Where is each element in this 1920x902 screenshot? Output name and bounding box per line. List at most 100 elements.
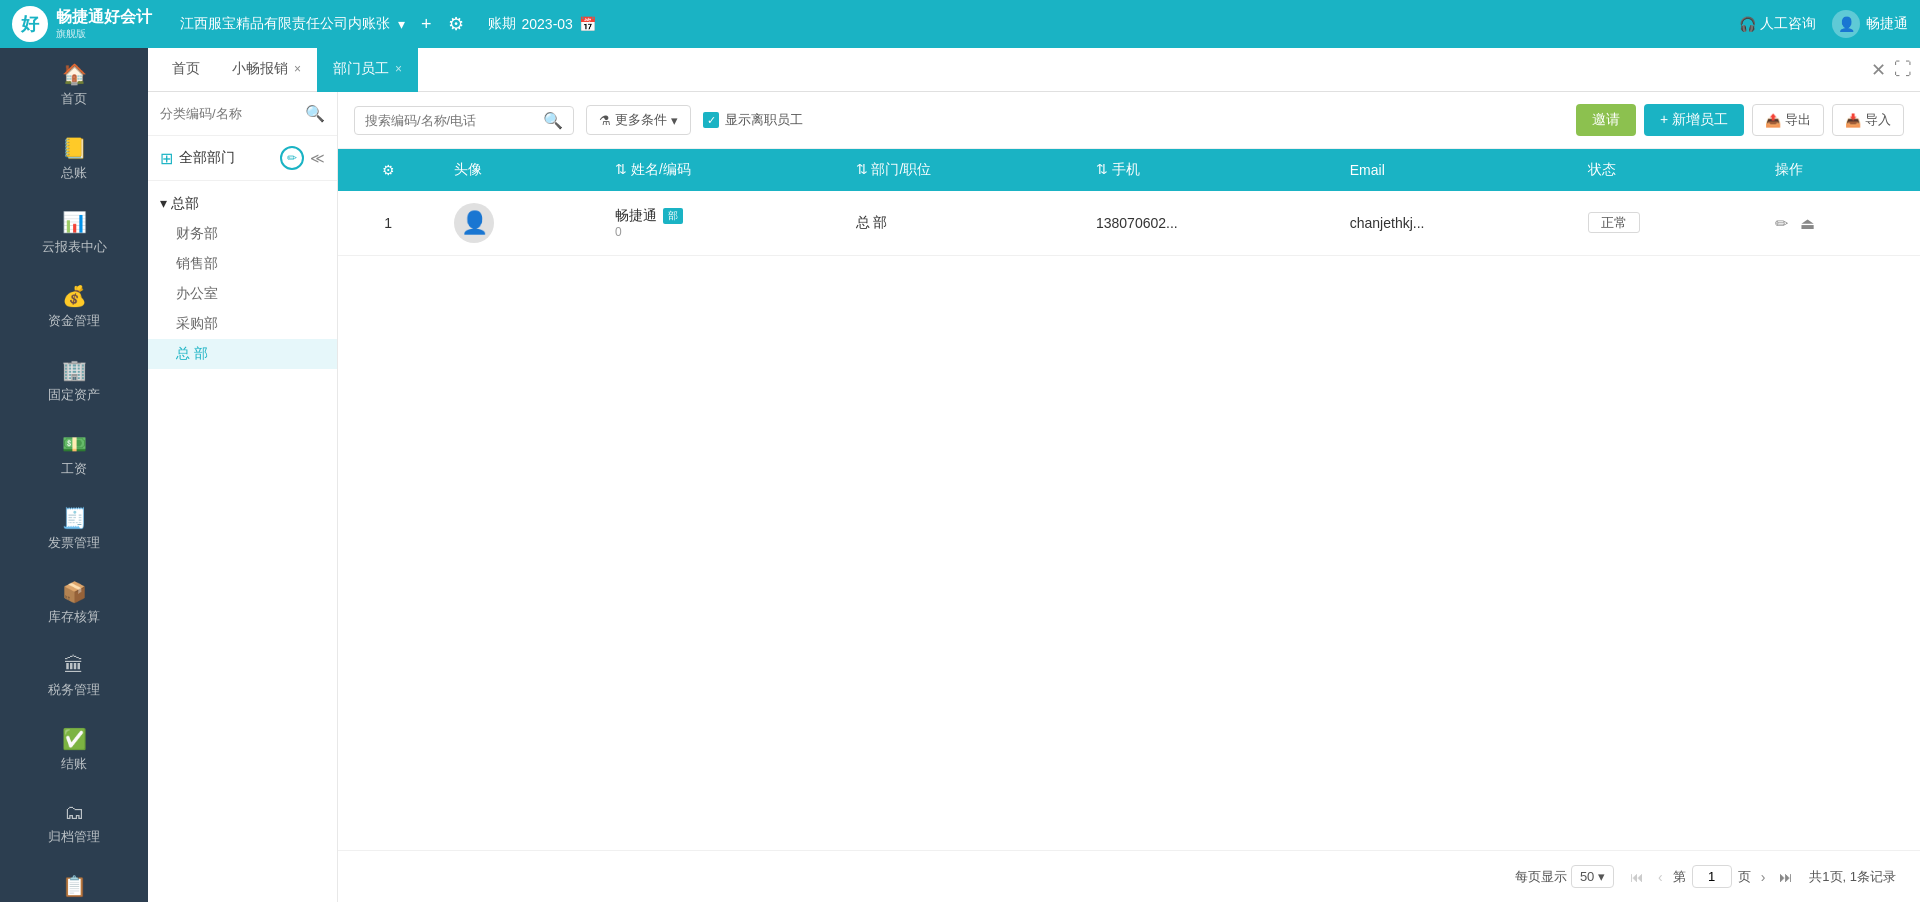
import-button[interactable]: 📥 导入 (1832, 104, 1904, 136)
sidebar-label-reports: 云报表中心 (42, 238, 107, 256)
sidebar-item-salary[interactable]: 💵 工资 (0, 418, 148, 492)
col-phone[interactable]: ⇅ 手机 (1080, 149, 1334, 191)
employee-data-table: ⚙ 头像 ⇅ 姓名/编码 ⇅ 部门/职位 ⇅ 手机 Email 状态 操作 (338, 149, 1920, 256)
show-resigned-checkbox[interactable]: ✓ (703, 112, 719, 128)
tab-close-all-button[interactable]: ✕ (1871, 59, 1886, 81)
tab-expand-button[interactable]: ⛶ (1894, 59, 1912, 81)
header-right: 🎧 人工咨询 👤 畅捷通 (1739, 10, 1908, 38)
tab-dept-employee-close[interactable]: × (395, 62, 402, 76)
dept-search-area: 🔍 (148, 92, 337, 136)
import-icon: 📥 (1845, 113, 1861, 128)
home-icon: 🏠 (62, 62, 87, 86)
dept-sidebar: 🔍 ⊞ 全部部门 ✏ ≪ ▾ 总部 财务部 销售部 办公室 采购部 总 部 (148, 92, 338, 902)
edit-button[interactable]: ✏ (1775, 214, 1788, 233)
export-icon: 📤 (1765, 113, 1781, 128)
page-size-label: 每页显示 (1515, 868, 1567, 886)
calendar-icon[interactable]: 📅 (579, 16, 596, 32)
consult-button[interactable]: 🎧 人工咨询 (1739, 15, 1816, 33)
page-size-chevron: ▾ (1598, 869, 1605, 884)
assets-icon: 🏢 (62, 358, 87, 382)
sidebar-label-settle: 结账 (61, 755, 87, 773)
employee-search-box: 🔍 (354, 106, 574, 135)
sidebar-item-archive[interactable]: 🗂 归档管理 (0, 787, 148, 860)
row-actions-cell: ✏ ⏏ (1759, 191, 1920, 256)
tab-xiaochangbaoxiao-label: 小畅报销 (232, 60, 288, 78)
avatar-icon: 👤 (461, 210, 488, 236)
row-phone-cell: 138070602... (1080, 191, 1334, 256)
tab-xiaochangbaoxiao-close[interactable]: × (294, 62, 301, 76)
sidebar-item-reports[interactable]: 📊 云报表中心 (0, 196, 148, 270)
header-settings-button[interactable]: ⚙ (448, 13, 464, 35)
show-resigned-label: 显示离职员工 (725, 111, 803, 129)
employee-name: 畅捷通 部 (615, 207, 823, 225)
dept-search-icon[interactable]: 🔍 (305, 104, 325, 123)
page-size-dropdown[interactable]: 50 ▾ (1571, 865, 1614, 888)
invite-button[interactable]: 邀请 (1576, 104, 1636, 136)
dept-caiwu[interactable]: 财务部 (148, 219, 337, 249)
col-dept-role[interactable]: ⇅ 部门/职位 (840, 149, 1080, 191)
sidebar-item-assets[interactable]: 🏢 固定资产 (0, 344, 148, 418)
employee-search-input[interactable] (365, 113, 537, 128)
employee-search-icon[interactable]: 🔍 (543, 111, 563, 130)
dept-collapse-button[interactable]: ≪ (310, 150, 325, 166)
dept-bangongshi[interactable]: 办公室 (148, 279, 337, 309)
tab-dept-employee[interactable]: 部门员工 × (317, 48, 418, 92)
sidebar-item-settle[interactable]: ✅ 结账 (0, 713, 148, 787)
sidebar-item-capital[interactable]: 💰 资金管理 (0, 270, 148, 344)
header-period: 账期 2023-03 📅 (488, 15, 596, 33)
page-size-value: 50 (1580, 869, 1594, 884)
user-menu[interactable]: 👤 畅捷通 (1832, 10, 1908, 38)
sidebar-label-home: 首页 (61, 90, 87, 108)
table-header-row: ⚙ 头像 ⇅ 姓名/编码 ⇅ 部门/职位 ⇅ 手机 Email 状态 操作 (338, 149, 1920, 191)
settle-icon: ✅ (62, 727, 87, 751)
toolbar-right: 邀请 + 新增员工 📤 导出 📥 导入 (1576, 104, 1904, 136)
app-title: 畅捷通好会计 (56, 7, 152, 26)
tab-xiaochangbaoxiao[interactable]: 小畅报销 × (216, 48, 317, 92)
last-page-button[interactable]: ⏭ (1775, 867, 1797, 887)
prev-page-button[interactable]: ‹ (1654, 867, 1667, 887)
ledger-icon: 📒 (62, 136, 87, 160)
first-page-button[interactable]: ⏮ (1626, 867, 1648, 887)
filter-chevron-icon: ▾ (671, 113, 678, 128)
employee-name-area: 畅捷通 部 0 (615, 207, 823, 239)
company-dropdown-icon[interactable]: ▾ (398, 16, 405, 32)
app-subtitle: 旗舰版 (56, 27, 152, 41)
filter-button[interactable]: ⚗ 更多条件 ▾ (586, 105, 691, 135)
dept-caigou[interactable]: 采购部 (148, 309, 337, 339)
employee-phone: 138070602... (1096, 215, 1178, 231)
sidebar-label-ledger: 总账 (61, 164, 87, 182)
col-name-code[interactable]: ⇅ 姓名/编码 (599, 149, 839, 191)
dept-grid-icon: ⊞ (160, 149, 173, 168)
avatar: 👤 (1832, 10, 1860, 38)
tax-icon: 🏛 (64, 654, 84, 677)
header-add-button[interactable]: + (421, 14, 432, 35)
col-settings[interactable]: ⚙ (338, 149, 438, 191)
sidebar-item-invoice[interactable]: 🧾 发票管理 (0, 492, 148, 566)
sidebar-item-tax[interactable]: 🏛 税务管理 (0, 640, 148, 713)
dept-search-input[interactable] (160, 106, 297, 121)
sidebar-item-ledger[interactable]: 📒 总账 (0, 122, 148, 196)
import-label: 导入 (1865, 111, 1891, 129)
filter-label: 更多条件 (615, 111, 667, 129)
dept-zongbu[interactable]: ▾ 总部 (148, 189, 337, 219)
add-employee-button[interactable]: + 新增员工 (1644, 104, 1744, 136)
dept-edit-button[interactable]: ✏ (280, 146, 304, 170)
sidebar: 🏠 首页 📒 总账 📊 云报表中心 💰 资金管理 🏢 固定资产 💵 工资 🧾 发… (0, 48, 148, 902)
sidebar-label-capital: 资金管理 (48, 312, 100, 330)
export-button[interactable]: 📤 导出 (1752, 104, 1824, 136)
logout-button[interactable]: ⏏ (1800, 214, 1815, 233)
tab-home[interactable]: 首页 (156, 48, 216, 92)
dept-xiaoshou[interactable]: 销售部 (148, 249, 337, 279)
headset-icon: 🎧 (1739, 16, 1756, 32)
sidebar-item-home[interactable]: 🏠 首页 (0, 48, 148, 122)
page-label: 页 (1738, 868, 1751, 886)
main-layout: 🏠 首页 📒 总账 📊 云报表中心 💰 资金管理 🏢 固定资产 💵 工资 🧾 发… (0, 48, 1920, 902)
next-page-button[interactable]: › (1757, 867, 1770, 887)
filter-icon: ⚗ (599, 113, 611, 128)
invoice-icon: 🧾 (62, 506, 87, 530)
sidebar-item-xiaochangbaoxiao[interactable]: 📋 小畅报销 (0, 860, 148, 902)
page-input[interactable] (1692, 865, 1732, 888)
dept-zongbu2[interactable]: 总 部 (148, 339, 337, 369)
sidebar-label-archive: 归档管理 (48, 828, 100, 846)
sidebar-item-inventory[interactable]: 📦 库存核算 (0, 566, 148, 640)
